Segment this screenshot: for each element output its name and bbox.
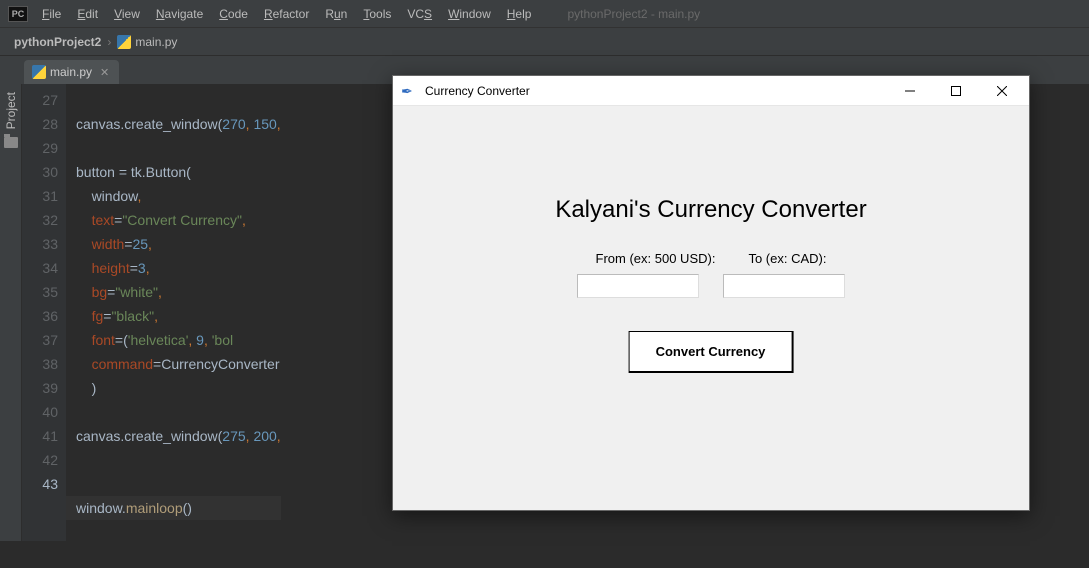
ide-menubar: PC File Edit View Navigate Code Refactor… (0, 0, 1089, 28)
menu-help[interactable]: Help (507, 7, 532, 21)
menu-navigate[interactable]: Navigate (156, 7, 203, 21)
tk-titlebar[interactable]: ✒ Currency Converter (393, 76, 1029, 106)
from-input[interactable] (577, 274, 699, 298)
menu-edit[interactable]: Edit (77, 7, 98, 21)
app-heading: Kalyani's Currency Converter (393, 196, 1029, 224)
menu-code[interactable]: Code (219, 7, 248, 21)
breadcrumb: pythonProject2 › main.py (0, 28, 1089, 56)
menu-tools[interactable]: Tools (363, 7, 391, 21)
python-file-icon (32, 65, 46, 79)
to-label: To (ex: CAD): (748, 251, 826, 266)
breadcrumb-sep-icon: › (107, 35, 111, 49)
code-area[interactable]: canvas.create_window(270, 150, button = … (66, 84, 281, 541)
tab-label: main.py (50, 65, 92, 79)
tkinter-window[interactable]: ✒ Currency Converter Kalyani's Currency … (392, 75, 1030, 511)
from-label: From (ex: 500 USD): (596, 251, 716, 266)
window-context-label: pythonProject2 - main.py (567, 7, 700, 21)
convert-button[interactable]: Convert Currency (629, 331, 794, 373)
menu-file[interactable]: File (42, 7, 61, 21)
close-button[interactable] (979, 76, 1025, 106)
breadcrumb-file[interactable]: main.py (135, 35, 177, 49)
menu-refactor[interactable]: Refactor (264, 7, 309, 21)
to-input[interactable] (723, 274, 845, 298)
editor-tab[interactable]: main.py ✕ (24, 60, 119, 84)
tk-feather-icon: ✒ (401, 83, 417, 99)
line-gutter: 2728293031323334353637383940414243 (22, 84, 66, 541)
maximize-button[interactable] (933, 76, 979, 106)
tk-title: Currency Converter (425, 84, 887, 98)
menu-run[interactable]: Run (325, 7, 347, 21)
folder-icon (4, 137, 18, 148)
menu-window[interactable]: Window (448, 7, 491, 21)
python-file-icon (117, 35, 131, 49)
menu-view[interactable]: View (114, 7, 140, 21)
pycharm-logo-icon: PC (8, 6, 28, 22)
close-icon[interactable]: ✕ (100, 66, 109, 79)
breadcrumb-project[interactable]: pythonProject2 (14, 35, 101, 49)
minimize-button[interactable] (887, 76, 933, 106)
menu-vcs[interactable]: VCS (407, 7, 432, 21)
project-tool-label: Project (4, 92, 18, 129)
tk-body: Kalyani's Currency Converter From (ex: 5… (393, 106, 1029, 510)
project-tool-strip[interactable]: Project (0, 84, 22, 541)
